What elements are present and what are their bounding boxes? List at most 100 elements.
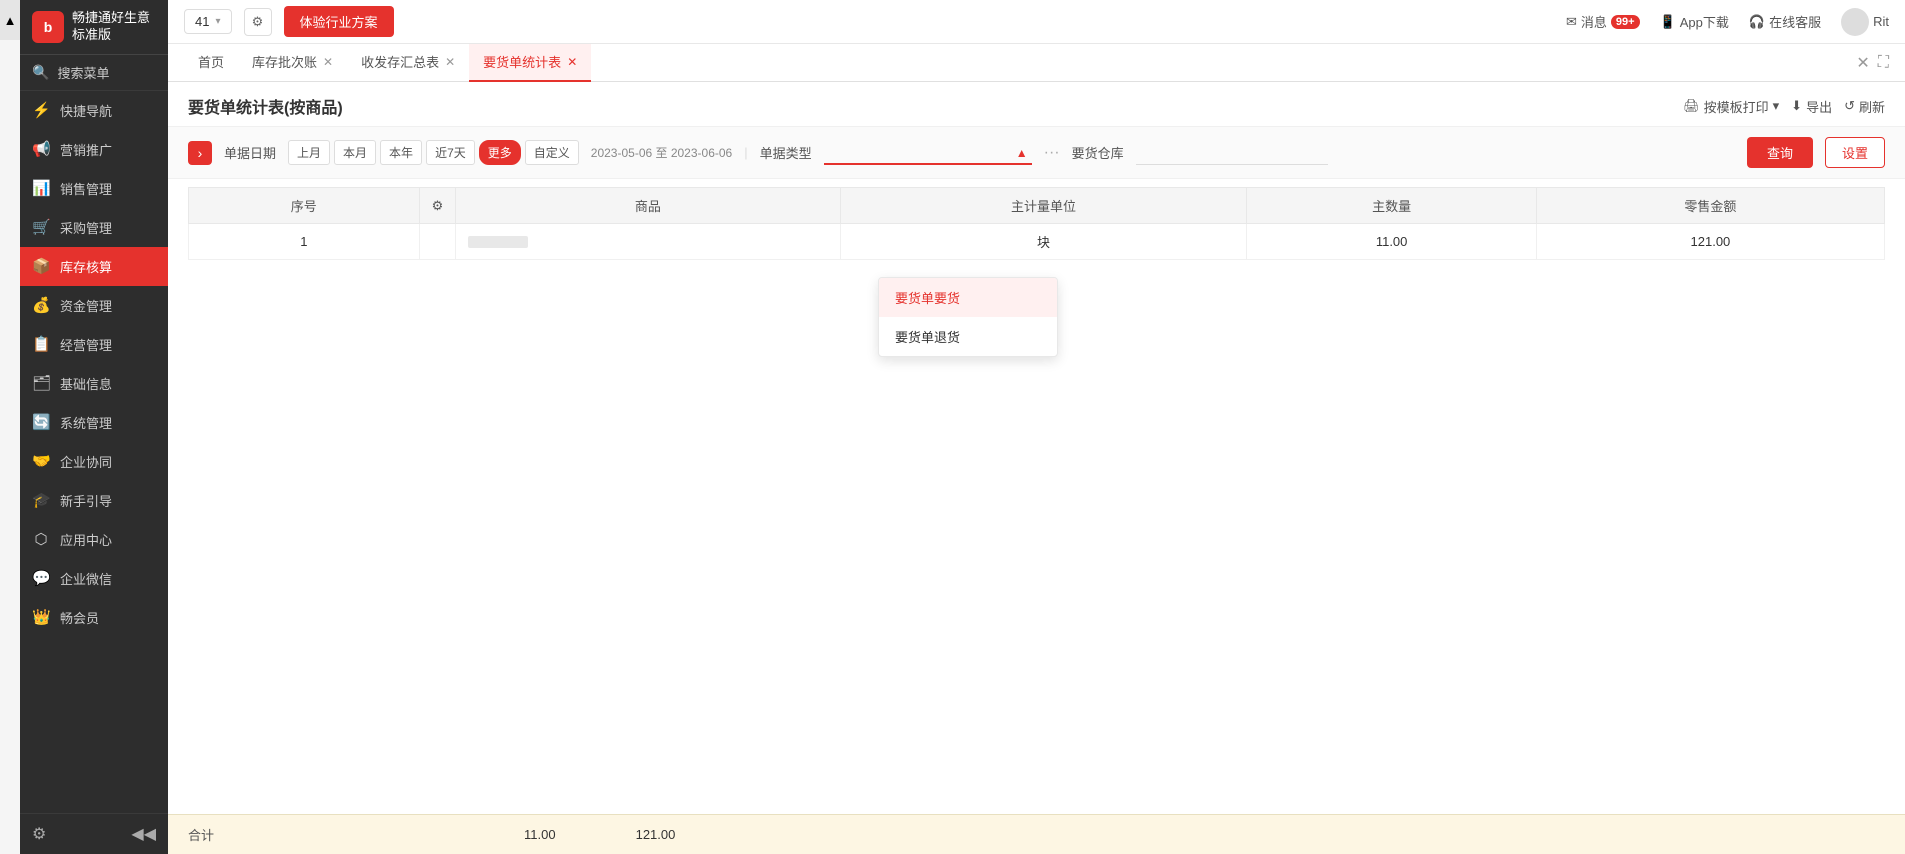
sidebar-item-members[interactable]: 👑 畅会员 bbox=[20, 598, 168, 637]
filter-expand-btn[interactable]: › bbox=[188, 141, 212, 165]
tab-home-label: 首页 bbox=[198, 52, 224, 71]
data-table: 序号 ⚙ 商品 主计量单位 主数量 零售金额 1 bbox=[188, 187, 1885, 260]
date-btn-custom[interactable]: 自定义 bbox=[525, 140, 579, 165]
message-badge: 99+ bbox=[1611, 15, 1640, 29]
dropdown-item-requisition-delivery[interactable]: 要货单要货 bbox=[879, 278, 1057, 317]
sidebar-item-purchase[interactable]: 🛒 采购管理 bbox=[20, 208, 168, 247]
refresh-btn[interactable]: ↺ 刷新 bbox=[1844, 97, 1885, 116]
tab-summary[interactable]: 收发存汇总表 ✕ bbox=[347, 44, 469, 82]
online-service-action[interactable]: 🎧 在线客服 bbox=[1749, 12, 1821, 31]
footer-total-quantity: 11.00 bbox=[524, 827, 556, 842]
col-settings[interactable]: ⚙ bbox=[419, 188, 456, 224]
main-area: 41 ▾ ⚙ 体验行业方案 ✉ 消息 99+ 📱 App下载 🎧 在线客服 bbox=[168, 0, 1905, 854]
sidebar-item-quick-nav[interactable]: ⚡ 快捷导航 bbox=[20, 91, 168, 130]
sidebar-header: b 畅捷通好生意 标准版 bbox=[20, 0, 168, 55]
sidebar-item-label: 畅会员 bbox=[60, 608, 99, 627]
sidebar-item-operations[interactable]: 📋 经营管理 bbox=[20, 325, 168, 364]
sidebar-item-label: 快捷导航 bbox=[60, 101, 112, 120]
tab-requisition-label: 要货单统计表 bbox=[483, 52, 561, 71]
tab-requisition-close[interactable]: ✕ bbox=[567, 55, 577, 69]
export-btn[interactable]: ⬇ 导出 bbox=[1791, 97, 1832, 116]
sidebar-search[interactable]: 🔍 搜索菜单 bbox=[20, 55, 168, 91]
sidebar-item-wechat[interactable]: 💬 企业微信 bbox=[20, 559, 168, 598]
basic-info-icon: 🗂 bbox=[32, 374, 50, 392]
type-filter-label: 单据类型 bbox=[760, 143, 812, 162]
tab-close-btn[interactable]: ✕ bbox=[1856, 53, 1869, 73]
export-label: 导出 bbox=[1806, 97, 1832, 116]
type-select-input[interactable] bbox=[824, 140, 1032, 165]
filter-bar: › 单据日期 上月 本月 本年 近7天 更多 自定义 2023-05-06 至 … bbox=[168, 127, 1905, 179]
col-unit: 主计量单位 bbox=[840, 188, 1247, 224]
store-selector[interactable]: 41 ▾ bbox=[184, 9, 232, 34]
sidebar-item-label: 采购管理 bbox=[60, 218, 112, 237]
sidebar-item-label: 应用中心 bbox=[60, 530, 112, 549]
col-amount: 零售金额 bbox=[1536, 188, 1884, 224]
tab-home[interactable]: 首页 bbox=[184, 44, 238, 82]
tab-bar: 首页 库存批次账 ✕ 收发存汇总表 ✕ 要货单统计表 ✕ ✕ ⛶ bbox=[168, 44, 1905, 82]
row-unit: 块 bbox=[840, 224, 1247, 260]
tab-requisition[interactable]: 要货单统计表 ✕ bbox=[469, 44, 591, 82]
footer-label: 合计 bbox=[188, 825, 214, 844]
top-bar: 41 ▾ ⚙ 体验行业方案 ✉ 消息 99+ 📱 App下载 🎧 在线客服 bbox=[168, 0, 1905, 44]
query-button[interactable]: 查询 bbox=[1747, 137, 1813, 168]
footer-total-amount: 121.00 bbox=[636, 827, 676, 842]
sidebar-item-marketing[interactable]: 📢 营销推广 bbox=[20, 130, 168, 169]
system-icon: 🔄 bbox=[32, 413, 50, 431]
tab-controls: ✕ ⛶ bbox=[1856, 53, 1889, 73]
tab-summary-close[interactable]: ✕ bbox=[445, 55, 455, 69]
sidebar-item-inventory[interactable]: 📦 库存核算 bbox=[20, 247, 168, 286]
table-settings-icon[interactable]: ⚙ bbox=[432, 198, 444, 213]
top-bar-left: 41 ▾ ⚙ 体验行业方案 bbox=[184, 6, 394, 37]
sidebar-item-finance[interactable]: 💰 资金管理 bbox=[20, 286, 168, 325]
tab-batch[interactable]: 库存批次账 ✕ bbox=[238, 44, 347, 82]
marketing-icon: 📢 bbox=[32, 140, 50, 158]
filter-settings-button[interactable]: 设置 bbox=[1825, 137, 1885, 168]
purchase-icon: 🛒 bbox=[32, 218, 50, 236]
messages-action[interactable]: ✉ 消息 99+ bbox=[1566, 12, 1640, 31]
date-btn-this-year[interactable]: 本年 bbox=[380, 140, 422, 165]
table-header-row: 序号 ⚙ 商品 主计量单位 主数量 零售金额 bbox=[189, 188, 1885, 224]
filter-more-dots[interactable]: ··· bbox=[1044, 144, 1060, 162]
sidebar: b 畅捷通好生意 标准版 🔍 搜索菜单 ⚡ 快捷导航 📢 营销推广 📊 销售管理… bbox=[20, 0, 168, 854]
tab-expand-btn[interactable]: ⛶ bbox=[1878, 54, 1889, 72]
sidebar-item-sales[interactable]: 📊 销售管理 bbox=[20, 169, 168, 208]
print-template-btn[interactable]: 🖨 按模板打印 ▾ bbox=[1683, 97, 1779, 116]
sidebar-item-label: 企业协同 bbox=[60, 452, 112, 471]
sidebar-item-enterprise[interactable]: 🤝 企业协同 bbox=[20, 442, 168, 481]
sidebar-item-label: 系统管理 bbox=[60, 413, 112, 432]
app-download-action[interactable]: 📱 App下载 bbox=[1660, 12, 1729, 31]
sidebar-item-system[interactable]: 🔄 系统管理 bbox=[20, 403, 168, 442]
app-center-icon: ⬡ bbox=[32, 530, 50, 548]
date-btn-last-month[interactable]: 上月 bbox=[288, 140, 330, 165]
date-btn-more[interactable]: 更多 bbox=[479, 140, 521, 165]
date-range-display: 2023-05-06 至 2023-06-06 bbox=[591, 144, 732, 161]
table-container: 序号 ⚙ 商品 主计量单位 主数量 零售金额 1 bbox=[168, 187, 1905, 260]
collapse-icon[interactable]: ◀◀ bbox=[131, 824, 156, 844]
dropdown-item-requisition-return[interactable]: 要货单退货 bbox=[879, 317, 1057, 356]
top-gear-button[interactable]: ⚙ bbox=[244, 8, 272, 36]
settings-icon[interactable]: ⚙ bbox=[32, 824, 46, 844]
tab-batch-close[interactable]: ✕ bbox=[323, 55, 333, 69]
app-icon: 📱 bbox=[1660, 14, 1676, 30]
user-profile[interactable]: Rit bbox=[1841, 8, 1889, 36]
top-bar-right: ✉ 消息 99+ 📱 App下载 🎧 在线客服 Rit bbox=[1566, 8, 1889, 36]
print-label: 按模板打印 bbox=[1704, 97, 1769, 116]
row-no: 1 bbox=[189, 224, 420, 260]
col-product: 商品 bbox=[456, 188, 840, 224]
date-btn-7days[interactable]: 近7天 bbox=[426, 140, 475, 165]
sidebar-item-label: 资金管理 bbox=[60, 296, 112, 315]
product-placeholder bbox=[468, 236, 528, 248]
type-dropdown: 要货单要货 要货单退货 bbox=[878, 277, 1058, 357]
sidebar-item-app-center[interactable]: ⬡ 应用中心 bbox=[20, 520, 168, 559]
quick-nav-icon: ⚡ bbox=[32, 101, 50, 119]
gear-icon: ⚙ bbox=[252, 14, 264, 30]
date-btn-this-month[interactable]: 本月 bbox=[334, 140, 376, 165]
sidebar-item-label: 库存核算 bbox=[60, 257, 112, 276]
warehouse-input[interactable] bbox=[1136, 141, 1328, 165]
finance-icon: 💰 bbox=[32, 296, 50, 314]
trial-button[interactable]: 体验行业方案 bbox=[284, 6, 394, 37]
sidebar-item-basic-info[interactable]: 🗂 基础信息 bbox=[20, 364, 168, 403]
sidebar-item-guide[interactable]: 🎓 新手引导 bbox=[20, 481, 168, 520]
sidebar-scroll-up[interactable]: ▲ bbox=[0, 0, 20, 40]
page-content: 要货单统计表(按商品) 🖨 按模板打印 ▾ ⬇ 导出 ↺ 刷新 › bbox=[168, 82, 1905, 854]
